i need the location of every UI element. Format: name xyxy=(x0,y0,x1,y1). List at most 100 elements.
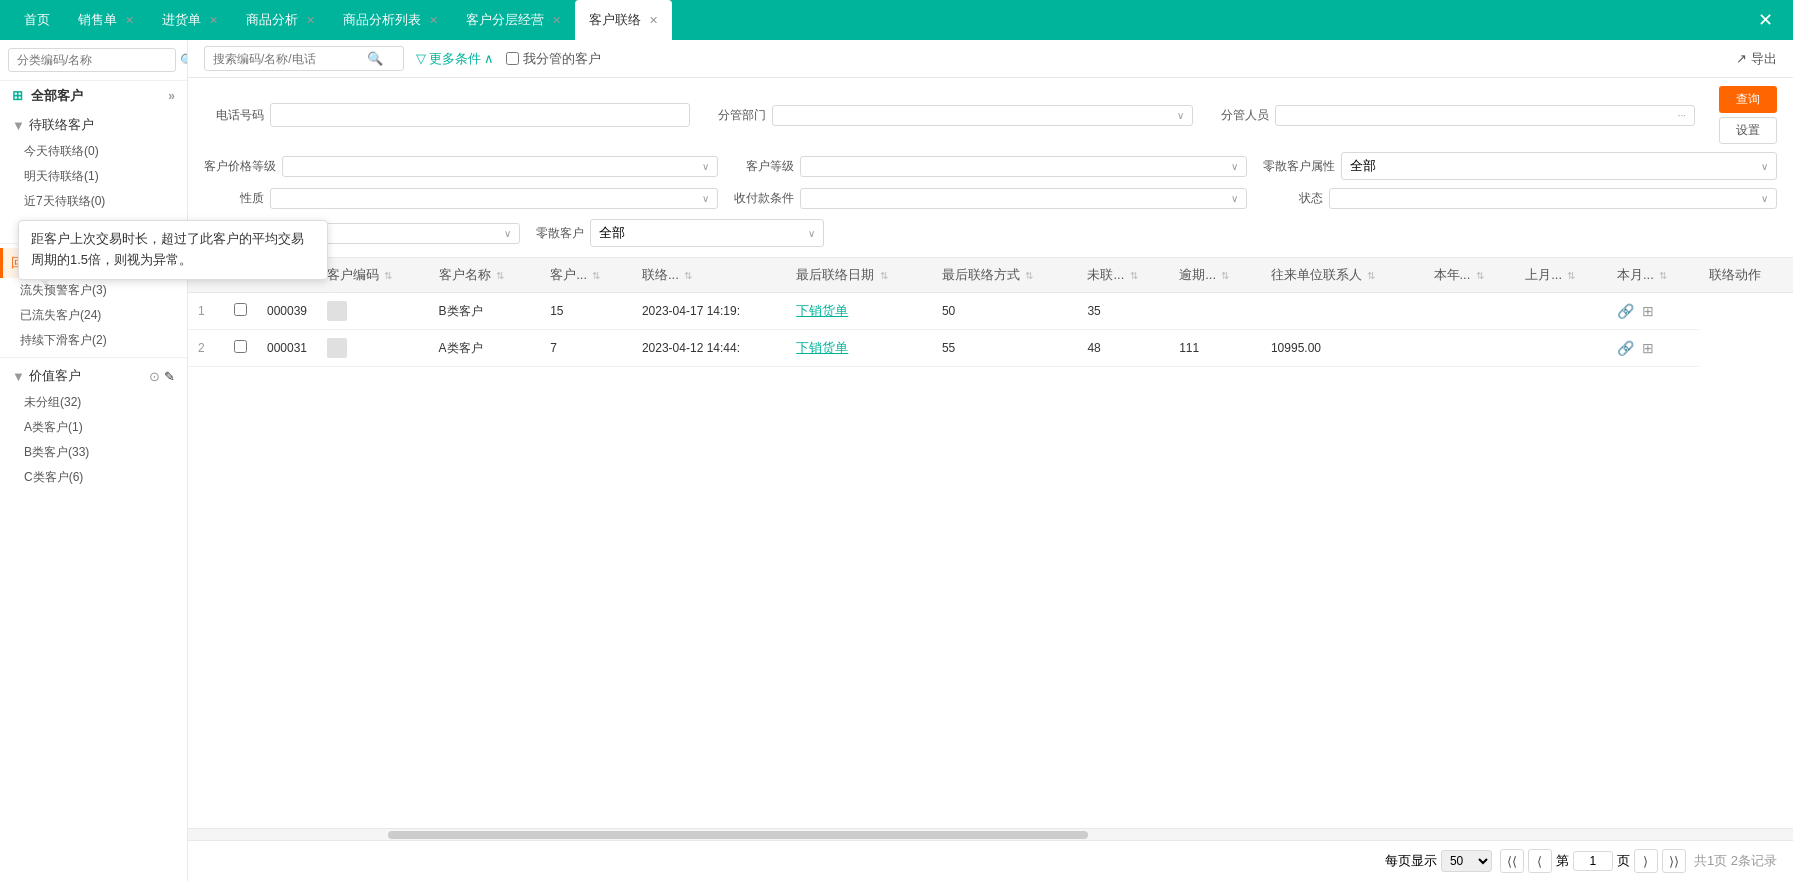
close-contact-icon[interactable]: ✕ xyxy=(649,14,658,27)
filter-more-conditions[interactable]: ▽ 更多条件 ∧ xyxy=(416,50,494,68)
col-header-name[interactable]: 客户名称 ⇅ xyxy=(429,258,541,293)
sidebar-all-customers[interactable]: ⊞ 全部客户 » xyxy=(0,81,187,111)
row1-check[interactable] xyxy=(224,293,257,330)
prev-page-button[interactable]: ⟨ xyxy=(1528,849,1552,873)
sidebar-item-declining[interactable]: 持续下滑客户(2) xyxy=(0,328,187,353)
sidebar-item-loss-warning[interactable]: 流失预警客户(3) xyxy=(0,278,187,303)
filter-retail-attr-select[interactable]: 全部 ∨ xyxy=(1341,152,1777,180)
row2-last-method[interactable]: 下销货单 xyxy=(786,330,932,367)
filter-search-icon[interactable]: 🔍 xyxy=(367,51,383,66)
close-segment-icon[interactable]: ✕ xyxy=(552,14,561,27)
nav-item-product-list[interactable]: 商品分析列表 ✕ xyxy=(329,0,452,40)
row2-link-icon[interactable]: 🔗 xyxy=(1617,340,1634,356)
sidebar: 🔍 ⊞ 全部客户 » ▼ 待联络客户 今天待联络(0) 明天待联络(1) 近7天… xyxy=(0,40,188,881)
table-scroll-thumb[interactable] xyxy=(388,831,1088,839)
row1-last-method[interactable]: 下销货单 xyxy=(786,293,932,330)
col-header-type[interactable]: 客户... ⇅ xyxy=(540,258,632,293)
price-chevron-icon: ∨ xyxy=(702,161,709,172)
nav-item-customer-segment[interactable]: 客户分层经营 ✕ xyxy=(452,0,575,40)
filter-my-customers[interactable]: 我分管的客户 xyxy=(506,50,601,68)
filter-phone-input[interactable] xyxy=(270,103,690,127)
row1-unit-contact xyxy=(1169,293,1261,330)
row2-checkbox[interactable] xyxy=(234,340,247,353)
row2-grid-icon[interactable]: ⊞ xyxy=(1642,340,1654,356)
col-header-code[interactable]: 客户编码 ⇅ xyxy=(317,258,429,293)
table-header-row: ⚙ 客户编码 ⇅ 客户名称 ⇅ 客户... ⇅ xyxy=(188,258,1793,293)
close-purchase-icon[interactable]: ✕ xyxy=(209,14,218,27)
col-header-this-month[interactable]: 本月... ⇅ xyxy=(1607,258,1699,293)
row2-check[interactable] xyxy=(224,330,257,367)
nav-item-home[interactable]: 首页 xyxy=(10,0,64,40)
filter-dept-select[interactable]: ∨ xyxy=(772,105,1192,126)
per-page-label: 每页显示 xyxy=(1385,852,1437,870)
sidebar-item-today[interactable]: 今天待联络(0) xyxy=(0,139,187,164)
sidebar-item-7days[interactable]: 近7天待联络(0) xyxy=(0,189,187,214)
page-number-input[interactable] xyxy=(1573,851,1613,871)
col-header-unit-contact[interactable]: 往来单位联系人 ⇅ xyxy=(1261,258,1424,293)
filter-search-input[interactable] xyxy=(213,52,363,66)
customer-edit-icon[interactable]: ⊙ xyxy=(149,369,160,384)
filter-price-select[interactable]: ∨ xyxy=(282,156,718,177)
row2-avatar xyxy=(327,338,347,358)
row2-type: A类客户 xyxy=(429,330,541,367)
col-header-contact[interactable]: 联络... ⇅ xyxy=(632,258,786,293)
window-close-button[interactable]: ✕ xyxy=(1748,9,1783,31)
query-button[interactable]: 查询 xyxy=(1719,86,1777,113)
per-page-select[interactable]: 50 20 100 xyxy=(1441,850,1492,872)
row1-last-month xyxy=(1424,293,1516,330)
grid-icon: ⊞ xyxy=(12,88,23,103)
nav-item-customer-contact[interactable]: 客户联络 ✕ xyxy=(575,0,672,40)
first-page-button[interactable]: ⟨⟨ xyxy=(1500,849,1524,873)
sidebar-group-title-pending[interactable]: ▼ 待联络客户 xyxy=(0,111,187,139)
filter-gender-select[interactable]: ∨ xyxy=(270,188,718,209)
sort-last-date-icon: ⇅ xyxy=(880,270,888,281)
nav-item-purchase[interactable]: 进货单 ✕ xyxy=(148,0,232,40)
sidebar-collapse-icon[interactable]: » xyxy=(168,89,175,103)
filter-retail-customer-label: 零散客户 xyxy=(524,225,584,242)
sidebar-item-lost[interactable]: 已流失客户(24) xyxy=(0,303,187,328)
row1-code: 000039 xyxy=(257,293,317,330)
col-header-not-contact[interactable]: 未联... ⇅ xyxy=(1077,258,1169,293)
sort-contact-icon: ⇅ xyxy=(684,270,692,281)
filter-level-select[interactable]: ∨ xyxy=(800,156,1248,177)
row1-checkbox[interactable] xyxy=(234,303,247,316)
sidebar-search-input[interactable] xyxy=(8,48,176,72)
col-header-this-year[interactable]: 本年... ⇅ xyxy=(1424,258,1516,293)
my-customers-checkbox[interactable] xyxy=(506,52,519,65)
filter-status-select[interactable]: ∨ xyxy=(1329,188,1777,209)
sidebar-customer-item-b[interactable]: B类客户(33) xyxy=(0,440,187,465)
filter-payment-select[interactable]: ∨ xyxy=(800,188,1248,209)
close-product-icon[interactable]: ✕ xyxy=(306,14,315,27)
sidebar-customer-item-a[interactable]: A类客户(1) xyxy=(0,415,187,440)
col-header-last-month[interactable]: 上月... ⇅ xyxy=(1515,258,1607,293)
row1-link-icon[interactable]: 🔗 xyxy=(1617,303,1634,319)
status-chevron-icon: ∨ xyxy=(1761,193,1768,204)
next-page-button[interactable]: ⟩ xyxy=(1634,849,1658,873)
close-product-list-icon[interactable]: ✕ xyxy=(429,14,438,27)
last-page-button[interactable]: ⟩⟩ xyxy=(1662,849,1686,873)
sidebar-customer-item-ungroup[interactable]: 未分组(32) xyxy=(0,390,187,415)
col-header-overdue[interactable]: 逾期... ⇅ xyxy=(1169,258,1261,293)
row1-grid-icon[interactable]: ⊞ xyxy=(1642,303,1654,319)
table-row: 1 000039 B类客户 15 2023-04-17 14:19: 下销货单 … xyxy=(188,293,1793,330)
all-customers-label: ⊞ 全部客户 xyxy=(12,87,83,105)
filter-actions: 查询 设置 xyxy=(1719,86,1777,144)
nav-item-product-analysis[interactable]: 商品分析 ✕ xyxy=(232,0,329,40)
filter-retail-customer-select[interactable]: 全部 ∨ xyxy=(590,219,824,247)
col-header-last-method[interactable]: 最后联络方式 ⇅ xyxy=(932,258,1078,293)
sidebar-search-icon[interactable]: 🔍 xyxy=(180,53,188,68)
row2-overdue: 48 xyxy=(1077,330,1169,367)
nav-item-sales[interactable]: 销售单 ✕ xyxy=(64,0,148,40)
row2-code: 000031 xyxy=(257,330,317,367)
filter-export-btn[interactable]: ↗ 导出 xyxy=(1736,50,1777,68)
sidebar-customer-header[interactable]: ▼ 价值客户 ⊙ ✎ xyxy=(0,362,187,390)
sidebar-customer-item-c[interactable]: C类客户(6) xyxy=(0,465,187,490)
settings-button[interactable]: 设置 xyxy=(1719,117,1777,144)
col-header-last-date[interactable]: 最后联络日期 ⇅ xyxy=(786,258,932,293)
filter-manager-select[interactable]: ··· xyxy=(1275,105,1695,126)
row2-last-month xyxy=(1424,330,1516,367)
customer-add-icon[interactable]: ✎ xyxy=(164,369,175,384)
table-scrollbar[interactable] xyxy=(188,828,1793,840)
close-sales-icon[interactable]: ✕ xyxy=(125,14,134,27)
sidebar-item-tomorrow[interactable]: 明天待联络(1) xyxy=(0,164,187,189)
